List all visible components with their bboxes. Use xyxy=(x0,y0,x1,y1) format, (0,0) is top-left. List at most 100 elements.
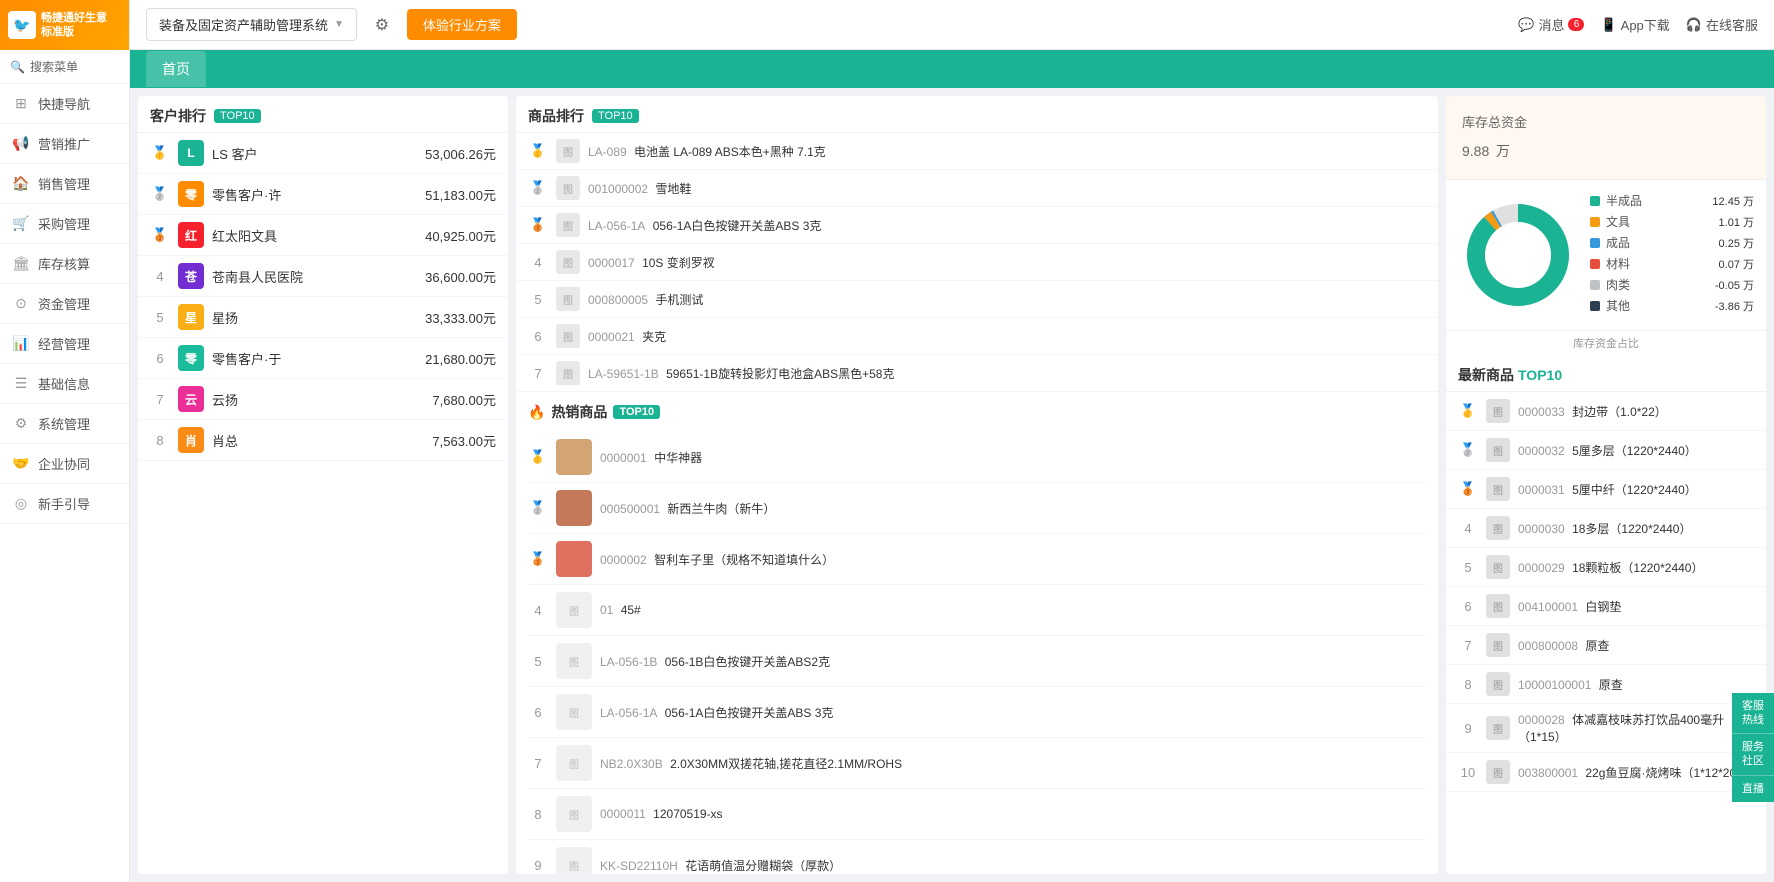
search-menu[interactable]: 🔍 搜索菜单 xyxy=(0,50,129,84)
legend-dot xyxy=(1590,280,1600,290)
list-item[interactable]: 🥉 0000002 智利车子里（规格不知道填什么） xyxy=(528,534,1426,585)
rank-number: 🥉 xyxy=(528,217,548,233)
list-item[interactable]: 7 云 云扬 7,680.00元 xyxy=(138,379,508,420)
nav-label-inventory: 库存核算 xyxy=(38,254,90,273)
list-item[interactable]: 6 图 LA-056-1A 056-1A白色按键开关盖ABS 3克 xyxy=(528,687,1426,738)
table-row[interactable]: 🥉 图 LA-056-1A 056-1A白色按键开关盖ABS 3克 xyxy=(516,207,1438,244)
legend-item: 成品 0.25 万 xyxy=(1590,234,1754,251)
product-code: 004100001 xyxy=(1518,600,1578,614)
table-row[interactable]: 🥇 图 LA-089 电池盖 LA-089 ABS本色+黑种 7.1克 xyxy=(516,133,1438,170)
float-button-0[interactable]: 客服 热线 xyxy=(1732,693,1774,735)
system-selector[interactable]: 装备及固定资产辅助管理系统 ▼ xyxy=(146,8,357,41)
latest-products-badge: TOP10 xyxy=(1518,367,1562,383)
product-info: 001000002 雪地鞋 xyxy=(588,180,1426,197)
sidebar-item-quick-nav[interactable]: ⊞快捷导航 xyxy=(0,84,129,124)
product-name: 12070519-xs xyxy=(653,807,722,821)
list-item[interactable]: 🥈 零 零售客户·许 51,183.00元 xyxy=(138,174,508,215)
rank-number: 🥇 xyxy=(1458,403,1478,419)
rank-number: 4 xyxy=(1458,521,1478,536)
legend-dot xyxy=(1590,259,1600,269)
customer-amount: 53,006.26元 xyxy=(425,144,496,163)
customer-name: 零售客户·于 xyxy=(212,349,417,368)
list-item[interactable]: 8 肖 肖总 7,563.00元 xyxy=(138,420,508,461)
sidebar-item-guide[interactable]: ◎新手引导 xyxy=(0,484,129,524)
customer-amount: 40,925.00元 xyxy=(425,226,496,245)
product-code: 0000028 xyxy=(1518,713,1565,727)
list-item[interactable]: 5 星 星扬 33,333.00元 xyxy=(138,297,508,338)
nav-label-base: 基础信息 xyxy=(38,374,90,393)
rank-number: 8 xyxy=(150,433,170,448)
list-item[interactable]: 10 图 003800001 22g鱼豆腐·烧烤味（1*12*20） xyxy=(1446,753,1766,792)
logo-icon: 🐦 xyxy=(8,11,36,39)
tab-home[interactable]: 首页 xyxy=(146,51,206,87)
table-row[interactable]: 7 图 LA-59651-1B 59651-1B旋转投影灯电池盒ABS黑色+58… xyxy=(516,355,1438,392)
app-download-button[interactable]: 📱 App下载 xyxy=(1600,15,1669,34)
product-image xyxy=(556,541,592,577)
product-avatar: 图 xyxy=(1486,672,1510,696)
product-info: LA-089 电池盖 LA-089 ABS本色+黑种 7.1克 xyxy=(588,143,1426,160)
product-name: 056-1A白色按键开关盖ABS 3克 xyxy=(653,219,822,233)
avatar: 红 xyxy=(178,222,204,248)
list-item[interactable]: 8 图 10000100001 原查 xyxy=(1446,665,1766,704)
sidebar-item-marketing[interactable]: 📢营销推广 xyxy=(0,124,129,164)
legend-dot xyxy=(1590,196,1600,206)
product-code: 0000033 xyxy=(1518,405,1565,419)
list-item[interactable]: 9 图 0000028 体减嘉枝味苏打饮品400毫升（1*15） xyxy=(1446,704,1766,753)
service-button[interactable]: 🎧 在线客服 xyxy=(1686,15,1758,34)
list-item[interactable]: 8 图 0000011 12070519-xs xyxy=(528,789,1426,840)
sidebar-item-inventory[interactable]: 🏛库存核算 xyxy=(0,244,129,284)
product-info: 0000028 体减嘉枝味苏打饮品400毫升（1*15） xyxy=(1518,711,1754,745)
list-item[interactable]: 🥇 图 0000033 封边带（1.0*22） xyxy=(1446,392,1766,431)
product-code: LA-59651-1B xyxy=(588,367,659,381)
trial-button[interactable]: 体验行业方案 xyxy=(407,9,517,40)
table-row[interactable]: 6 图 0000021 夹克 xyxy=(516,318,1438,355)
product-image: 图 xyxy=(556,694,592,730)
float-button-1[interactable]: 服务 社区 xyxy=(1732,734,1774,776)
product-info: LA-056-1A 056-1A白色按键开关盖ABS 3克 xyxy=(600,704,1426,721)
list-item[interactable]: 7 图 NB2.0X30B 2.0X30MM双搓花轴,搓花直径2.1MM/ROH… xyxy=(528,738,1426,789)
customer-amount: 33,333.00元 xyxy=(425,308,496,327)
list-item[interactable]: 5 图 0000029 18颗粒板（1220*2440） xyxy=(1446,548,1766,587)
list-item[interactable]: 9 图 KK-SD22110H 花语萌值温分赠糊袋（厚款） xyxy=(528,840,1426,874)
list-item[interactable]: 🥉 红 红太阳文具 40,925.00元 xyxy=(138,215,508,256)
legend-value: -3.86 万 xyxy=(1715,298,1754,314)
message-button[interactable]: 💬 消息 6 xyxy=(1518,15,1584,34)
product-info: KK-SD22110H 花语萌值温分赠糊袋（厚款） xyxy=(600,857,1426,874)
list-item[interactable]: 5 图 LA-056-1B 056-1B白色按键开关盖ABS2克 xyxy=(528,636,1426,687)
list-item[interactable]: 7 图 000800008 原查 xyxy=(1446,626,1766,665)
rank-number: 9 xyxy=(1458,721,1478,736)
sidebar-item-purchase[interactable]: 🛒采购管理 xyxy=(0,204,129,244)
rank-number: 7 xyxy=(528,366,548,381)
list-item[interactable]: 6 图 004100001 白钢垫 xyxy=(1446,587,1766,626)
list-item[interactable]: 4 图 0000030 18多层（1220*2440） xyxy=(1446,509,1766,548)
product-name: 电池盖 LA-089 ABS本色+黑种 7.1克 xyxy=(634,145,826,159)
product-code: KK-SD22110H xyxy=(600,859,678,873)
list-item[interactable]: 4 苍 苍南县人民医院 36,600.00元 xyxy=(138,256,508,297)
product-info: LA-056-1A 056-1A白色按键开关盖ABS 3克 xyxy=(588,217,1426,234)
list-item[interactable]: 🥉 图 0000031 5厘中纤（1220*2440） xyxy=(1446,470,1766,509)
product-info: 0000021 夹克 xyxy=(588,328,1426,345)
inventory-total-value: 9.88 万 xyxy=(1462,135,1750,163)
sidebar-item-sales[interactable]: 🏠销售管理 xyxy=(0,164,129,204)
product-info: LA-056-1B 056-1B白色按键开关盖ABS2克 xyxy=(600,653,1426,670)
product-code: 01 xyxy=(600,603,613,617)
table-row[interactable]: 4 图 0000017 10S 变刹罗衩 xyxy=(516,244,1438,281)
search-icon: 🔍 xyxy=(10,60,25,74)
sidebar-item-finance[interactable]: ⊙资金管理 xyxy=(0,284,129,324)
sidebar-item-operations[interactable]: 📊经营管理 xyxy=(0,324,129,364)
rank-number: 🥉 xyxy=(1458,481,1478,497)
sidebar-item-enterprise[interactable]: 🤝企业协同 xyxy=(0,444,129,484)
list-item[interactable]: 🥈 000500001 新西兰牛肉（新牛） xyxy=(528,483,1426,534)
sidebar-item-system[interactable]: ⚙系统管理 xyxy=(0,404,129,444)
list-item[interactable]: 4 图 01 45# xyxy=(528,585,1426,636)
list-item[interactable]: 6 零 零售客户·于 21,680.00元 xyxy=(138,338,508,379)
sidebar-item-base[interactable]: ☰基础信息 xyxy=(0,364,129,404)
list-item[interactable]: 🥇 0000001 中华神器 xyxy=(528,432,1426,483)
list-item[interactable]: 🥇 L LS 客户 53,006.26元 xyxy=(138,133,508,174)
legend-item: 半成品 12.45 万 xyxy=(1590,192,1754,209)
table-row[interactable]: 🥈 图 001000002 雪地鞋 xyxy=(516,170,1438,207)
float-button-2[interactable]: 直播 xyxy=(1732,776,1774,802)
list-item[interactable]: 🥈 图 0000032 5厘多层（1220*2440） xyxy=(1446,431,1766,470)
table-row[interactable]: 5 图 000800005 手机测试 xyxy=(516,281,1438,318)
gear-button[interactable]: ⚙ xyxy=(367,10,397,40)
